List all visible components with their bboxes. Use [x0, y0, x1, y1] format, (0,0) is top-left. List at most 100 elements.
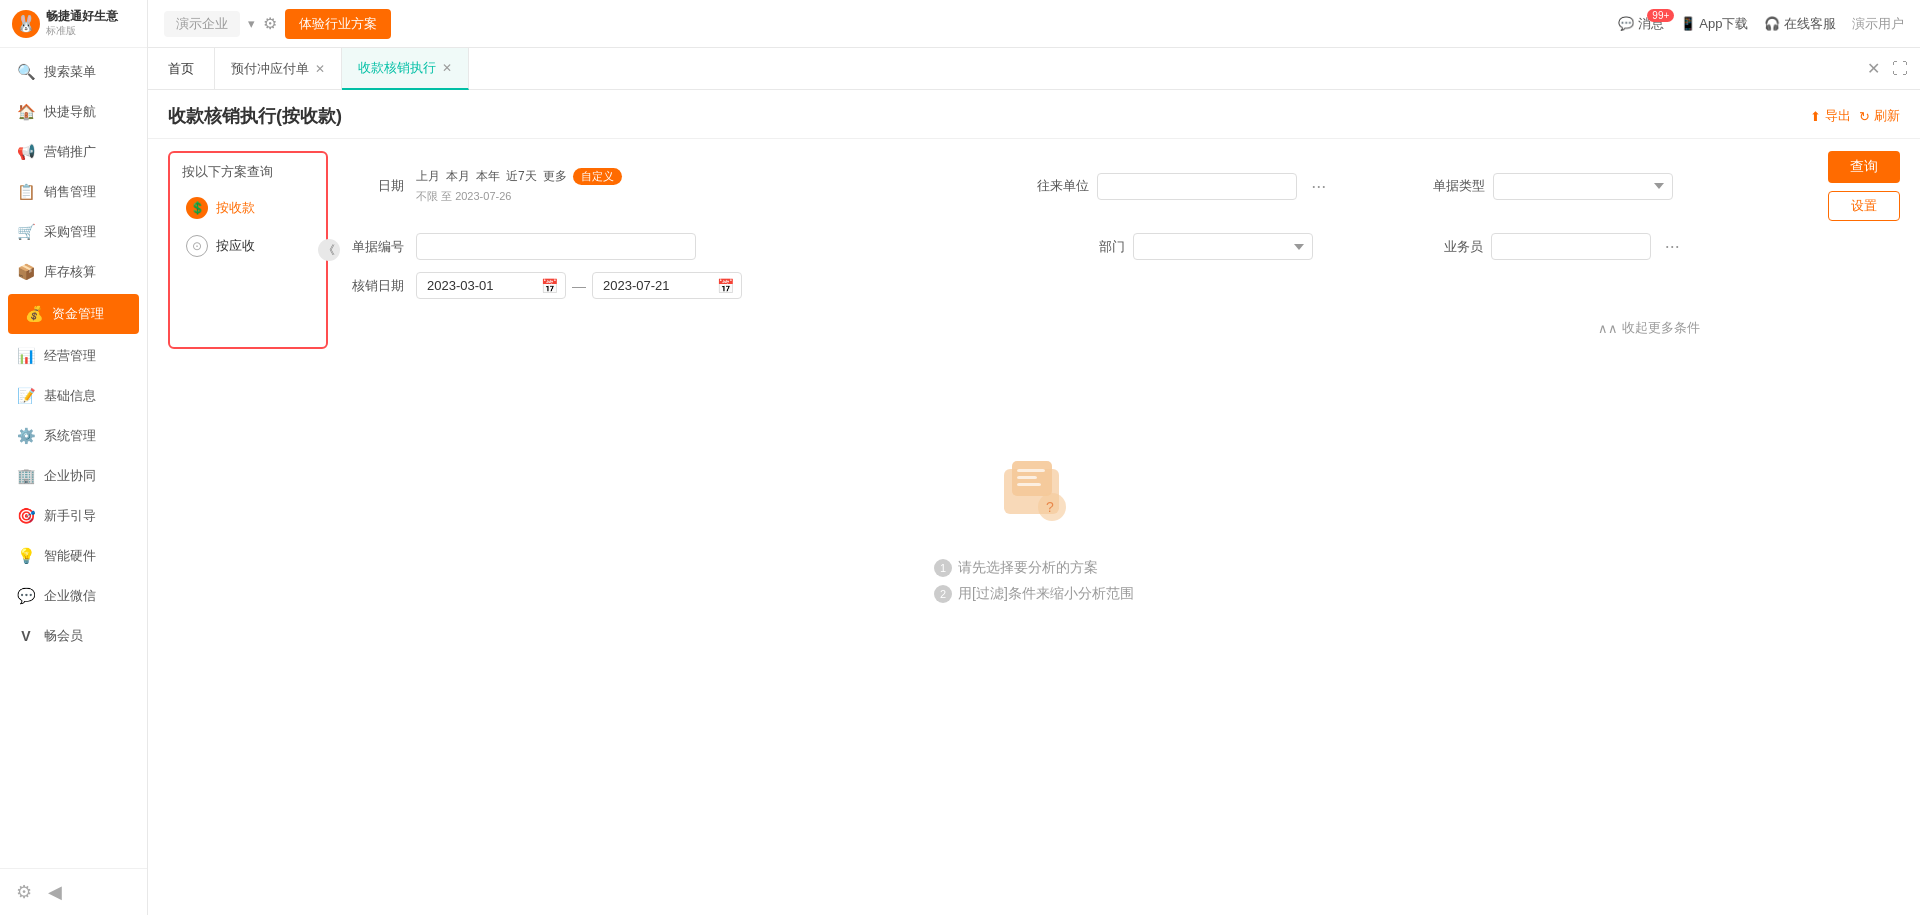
hint-text-1: 请先选择要分析的方案	[958, 559, 1098, 577]
industry-solution-button[interactable]: 体验行业方案	[285, 9, 391, 39]
more-shortcut[interactable]: 更多	[543, 168, 567, 185]
employee-col: 业务员 ···	[1423, 233, 1768, 260]
filter-option-label: 按收款	[216, 199, 255, 217]
settings-bottom-icon[interactable]: ⚙	[16, 881, 32, 903]
tab-prepay-label: 预付冲应付单	[231, 60, 309, 78]
writeoff-end-input[interactable]	[592, 272, 742, 299]
doctype-select[interactable]	[1493, 173, 1673, 200]
page-inner: 收款核销执行(按收款) ⬆ 导出 ↻ 刷新 按以下方案查询	[148, 90, 1920, 915]
app-download[interactable]: 📱 App下载	[1680, 15, 1748, 33]
range-separator: —	[572, 278, 586, 294]
this-month-shortcut[interactable]: 本月	[446, 168, 470, 185]
divider	[148, 138, 1920, 139]
export-button[interactable]: ⬆ 导出	[1810, 107, 1851, 125]
this-year-shortcut[interactable]: 本年	[476, 168, 500, 185]
department-label: 部门	[1065, 238, 1125, 256]
tab-expand-icon[interactable]: ⛶	[1892, 60, 1908, 78]
sidebar-item-hardware[interactable]: 💡 智能硬件	[0, 536, 147, 576]
home-icon: 🏠	[16, 102, 36, 122]
collapse-scheme-button[interactable]: 《	[318, 239, 340, 261]
collapse-conditions[interactable]: ∧∧ 收起更多条件	[344, 311, 1900, 349]
filter-scheme-title: 按以下方案查询	[170, 163, 326, 189]
sidebar-item-label: 经营管理	[44, 347, 96, 365]
counterparty-col: 往来单位 ···	[1029, 173, 1412, 200]
writeoff-start-input[interactable]	[416, 272, 566, 299]
tab-writeoff-close[interactable]: ✕	[442, 61, 452, 75]
custom-shortcut[interactable]: 自定义	[573, 168, 622, 185]
page-title: 收款核销执行(按收款)	[168, 104, 342, 128]
employee-ellipsis[interactable]: ···	[1659, 236, 1686, 257]
last-month-shortcut[interactable]: 上月	[416, 168, 440, 185]
doc-number-input[interactable]	[416, 233, 696, 260]
sidebar-item-corp[interactable]: 🏢 企业协同	[0, 456, 147, 496]
sidebar-item-label: 快捷导航	[44, 103, 96, 121]
docnumber-label: 单据编号	[344, 238, 404, 256]
sidebar: 🐰 畅捷通好生意 标准版 🔍 搜索菜单 🏠 快捷导航 📢 营销推广 📋 销售管理…	[0, 0, 148, 915]
query-button[interactable]: 查询	[1828, 151, 1900, 183]
doc-icon: 📝	[16, 386, 36, 406]
settings-button[interactable]: 设置	[1828, 191, 1900, 221]
employee-input[interactable]	[1491, 233, 1651, 260]
counterparty-input[interactable]	[1097, 173, 1297, 200]
filter-form: 日期 上月 本月 本年 近7天 更多 自定义 不限	[344, 151, 1900, 349]
sidebar-item-quick-nav[interactable]: 🏠 快捷导航	[0, 92, 147, 132]
empty-hints-list: 1 请先选择要分析的方案 2 用[过滤]条件来缩小分析范围	[934, 559, 1134, 611]
tab-prepay[interactable]: 预付冲应付单 ✕	[215, 48, 342, 90]
wechat-icon: 💬	[16, 586, 36, 606]
receipt-icon: 💲	[186, 197, 208, 219]
filter-row-2: 单据编号 部门 业务员 ···	[344, 233, 1900, 260]
tabs-actions: ✕ ⛶	[1867, 59, 1920, 78]
doctype-label: 单据类型	[1425, 177, 1485, 195]
sidebar-item-purchase[interactable]: 🛒 采购管理	[0, 212, 147, 252]
online-service[interactable]: 🎧 在线客服	[1764, 15, 1836, 33]
message-area[interactable]: 💬 消息 99+	[1618, 15, 1664, 33]
sidebar-item-label: 新手引导	[44, 507, 96, 525]
sidebar-item-member[interactable]: V 畅会员	[0, 616, 147, 656]
sidebar-item-label: 智能硬件	[44, 547, 96, 565]
sidebar-item-marketing[interactable]: 📢 营销推广	[0, 132, 147, 172]
collapse-sidebar-icon[interactable]: ◀	[48, 881, 62, 903]
sidebar-item-basic[interactable]: 📝 基础信息	[0, 376, 147, 416]
tab-home[interactable]: 首页	[148, 48, 215, 90]
filter-option-by-receivable[interactable]: ⊙ 按应收	[170, 227, 326, 265]
sidebar-item-label: 基础信息	[44, 387, 96, 405]
sidebar-item-system[interactable]: ⚙️ 系统管理	[0, 416, 147, 456]
hint-item-1: 1 请先选择要分析的方案	[934, 559, 1134, 577]
sidebar-item-label: 采购管理	[44, 223, 96, 241]
hint-num-2: 2	[934, 585, 952, 603]
top-header: 演示企业 ▾ ⚙ 体验行业方案 💬 消息 99+ 📱 App下载 🎧 在线客服 …	[148, 0, 1920, 48]
tab-prepay-close[interactable]: ✕	[315, 62, 325, 76]
filter-option-label: 按应收	[216, 237, 255, 255]
last-7days-shortcut[interactable]: 近7天	[506, 168, 537, 185]
page-actions: ⬆ 导出 ↻ 刷新	[1810, 107, 1900, 125]
export-icon: ⬆	[1810, 109, 1821, 124]
hint-text-2: 用[过滤]条件来缩小分析范围	[958, 585, 1134, 603]
doctype-col: 单据类型	[1425, 173, 1808, 200]
department-col: 部门	[1065, 233, 1410, 260]
sidebar-item-operation[interactable]: 📊 经营管理	[0, 336, 147, 376]
sidebar-item-inventory[interactable]: 📦 库存核算	[0, 252, 147, 292]
sidebar-item-label: 企业微信	[44, 587, 96, 605]
dropdown-icon[interactable]: ▾	[248, 16, 255, 31]
logo-icon: 🐰	[12, 10, 40, 38]
sidebar-item-sales[interactable]: 📋 销售管理	[0, 172, 147, 212]
search-icon: 🔍	[16, 62, 36, 82]
tab-writeoff[interactable]: 收款核销执行 ✕	[342, 48, 469, 90]
counterparty-ellipsis[interactable]: ···	[1305, 176, 1332, 197]
filter-row-1: 日期 上月 本月 本年 近7天 更多 自定义 不限	[344, 151, 1900, 221]
sidebar-item-wechat[interactable]: 💬 企业微信	[0, 576, 147, 616]
tab-close-current-icon[interactable]: ✕	[1867, 59, 1880, 78]
sidebar-item-label: 系统管理	[44, 427, 96, 445]
sidebar-item-guide[interactable]: 🎯 新手引导	[0, 496, 147, 536]
sidebar-item-finance[interactable]: 💰 资金管理	[8, 294, 139, 334]
sidebar-item-search[interactable]: 🔍 搜索菜单	[0, 52, 147, 92]
writeoff-start-wrap: 📅	[416, 272, 566, 299]
refresh-button[interactable]: ↻ 刷新	[1859, 107, 1900, 125]
settings-header-icon[interactable]: ⚙	[263, 14, 277, 33]
clipboard-icon: 📋	[16, 182, 36, 202]
hint-num-1: 1	[934, 559, 952, 577]
filter-option-by-receipt[interactable]: 💲 按收款	[170, 189, 326, 227]
logo-area: 🐰 畅捷通好生意 标准版	[0, 0, 147, 48]
department-select[interactable]	[1133, 233, 1313, 260]
logo-text: 畅捷通好生意 标准版	[46, 9, 118, 39]
